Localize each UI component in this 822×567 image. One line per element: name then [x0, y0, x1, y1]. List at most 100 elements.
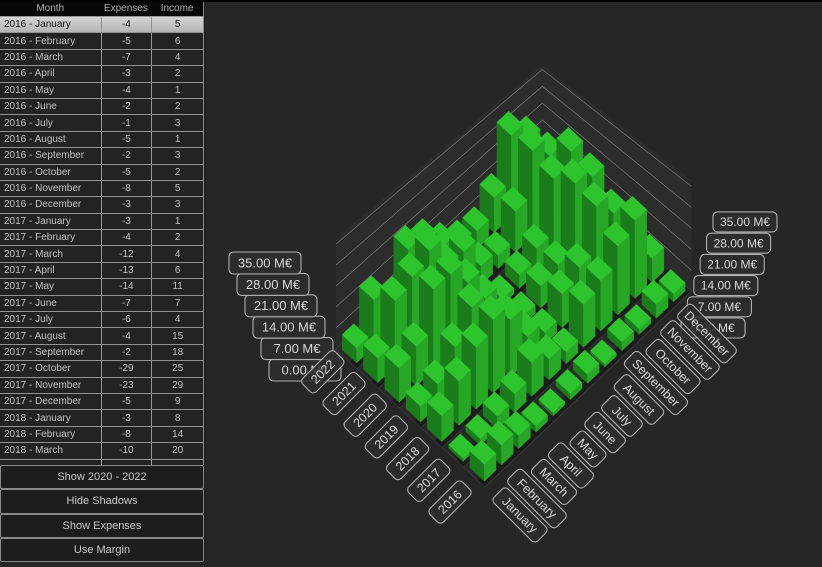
- cell-month: 2017 - January: [4, 215, 71, 227]
- table-row[interactable]: 2017 - February -4 2: [0, 229, 203, 246]
- cell-expenses: -3: [100, 213, 152, 230]
- table-row[interactable]: 2016 - September -2 3: [0, 147, 203, 164]
- show-expenses-button[interactable]: Show Expenses: [0, 513, 204, 538]
- column-header-expenses: Expenses: [103, 2, 148, 14]
- cell-income: 29: [151, 377, 203, 393]
- table-row[interactable]: 2016 - February -5 6: [0, 32, 203, 49]
- cell-month: 2017 - July: [4, 314, 53, 326]
- table-row[interactable]: 2018 - February -8 14: [0, 425, 203, 443]
- controls: Show 2020 - 2022 Hide Shadows Show Expen…: [0, 465, 204, 563]
- table-row[interactable]: 2016 - November -8 5: [0, 179, 203, 197]
- table-row[interactable]: 2018 - January -3 8: [0, 409, 203, 426]
- table-row[interactable]: 2016 - December -3 3: [0, 196, 203, 213]
- svg-text:7.00 M€: 7.00 M€: [698, 300, 742, 314]
- cell-expenses: -4: [100, 17, 152, 33]
- cell-month: 2016 - December: [4, 199, 82, 211]
- table-row-stub: [0, 458, 203, 466]
- table-row[interactable]: 2017 - May -14 11: [0, 278, 203, 295]
- cell-income: 4: [151, 312, 203, 328]
- table-row[interactable]: 2016 - April -3 2: [0, 65, 203, 82]
- table-row[interactable]: 2017 - July -6 4: [0, 311, 203, 328]
- cell-income: 2: [151, 98, 203, 115]
- cell-expenses: -5: [100, 393, 152, 410]
- window-top-edge: [0, 0, 822, 2]
- cell-income: 2: [151, 230, 203, 246]
- use-margin-button[interactable]: Use Margin: [0, 537, 204, 563]
- value-axis-label-left: 7.00 M€: [260, 337, 334, 361]
- cell-income: 3: [151, 148, 203, 164]
- cell-income: 18: [151, 344, 203, 361]
- cell-income: 5: [151, 17, 203, 33]
- cell-expenses: -6: [100, 312, 152, 328]
- svg-text:14.00 M€: 14.00 M€: [701, 279, 751, 293]
- svg-text:21.00 M€: 21.00 M€: [707, 257, 757, 271]
- table-row[interactable]: 2017 - September -2 18: [0, 343, 203, 361]
- cell-income: 20: [151, 443, 203, 459]
- bars-3d-view[interactable]: 0.00 M€7.00 M€14.00 M€21.00 M€28.00 M€35…: [205, 0, 822, 562]
- cell-expenses: -13: [100, 262, 152, 279]
- column-header-month: Month: [36, 2, 65, 14]
- table-row[interactable]: 2018 - March -10 20: [0, 442, 203, 459]
- value-axis-label-right: 21.00 M€: [699, 253, 765, 275]
- cell-expenses: -5: [100, 164, 152, 180]
- cell-expenses: -23: [100, 377, 152, 393]
- data-sidebar: Month Expenses Income 2016 - January -4 5 2…: [0, 0, 205, 563]
- cell-month: 2016 - January: [4, 19, 71, 31]
- cell-expenses: -4: [100, 328, 152, 344]
- cell-month: 2016 - April: [4, 68, 55, 80]
- cell-expenses: -3: [100, 197, 152, 213]
- cell-income: 5: [151, 180, 203, 197]
- cell-expenses: -2: [100, 148, 152, 164]
- cell-expenses: -5: [100, 131, 152, 148]
- value-axis-label-left: 21.00 M€: [244, 294, 318, 318]
- cell-income: 14: [151, 426, 203, 443]
- cell-income: 7: [151, 295, 203, 312]
- cell-month: 2016 - September: [4, 150, 85, 162]
- table-row[interactable]: 2017 - April -13 6: [0, 261, 203, 279]
- table-row[interactable]: 2016 - May -4 1: [0, 81, 203, 98]
- cell-month: 2017 - March: [4, 248, 63, 260]
- bar-graph-panel: 0.00 M€ 7.00 M€ 14.00 M€ 21.00 M€ 28.00 M€ 35…: [205, 0, 822, 562]
- table-row[interactable]: 2016 - June -2 2: [0, 97, 203, 115]
- cell-income: 4: [151, 246, 203, 262]
- show-2020-2022-button[interactable]: Show 2020 - 2022: [0, 465, 204, 490]
- cell-expenses: -3: [100, 66, 152, 82]
- table-row[interactable]: 2017 - January -3 1: [0, 212, 203, 230]
- table-row[interactable]: 2016 - October -5 2: [0, 163, 203, 180]
- table-row[interactable]: 2016 - August -5 1: [0, 130, 203, 148]
- cell-income: 25: [151, 361, 203, 377]
- cell-month: 2016 - June: [4, 101, 57, 113]
- cell-expenses: -8: [100, 426, 152, 443]
- cell-month: 2017 - August: [4, 330, 66, 342]
- table-row[interactable]: 2016 - January -4 5: [0, 16, 203, 33]
- cell-income: 8: [151, 410, 203, 426]
- cell-expenses: -7: [100, 295, 152, 312]
- table-body: 2016 - January -4 5 2016 - February -5 6 2016 …: [0, 16, 203, 459]
- cell-month: 2017 - October: [4, 363, 71, 375]
- table-row[interactable]: 2017 - June -7 7: [0, 294, 203, 312]
- cell-expenses: -7: [100, 49, 152, 66]
- table-row[interactable]: 2016 - March -7 4: [0, 48, 203, 66]
- table-header-row: Month Expenses Income: [0, 0, 203, 16]
- cell-month: 2016 - May: [4, 84, 55, 96]
- table-row[interactable]: 2017 - August -4 15: [0, 327, 203, 344]
- hide-shadows-button[interactable]: Hide Shadows: [0, 489, 204, 514]
- table-row[interactable]: 2016 - July -1 3: [0, 114, 203, 131]
- table-row[interactable]: 2017 - March -12 4: [0, 245, 203, 262]
- cell-income: 15: [151, 328, 203, 344]
- cell-month: 2017 - November: [4, 379, 82, 391]
- table-row[interactable]: 2017 - November -23 29: [0, 376, 203, 393]
- cell-month: 2017 - June: [4, 297, 57, 309]
- cell-month: 2017 - September: [4, 347, 85, 358]
- cell-income: 1: [151, 82, 203, 98]
- value-axis-label-right: 35.00 M€: [712, 211, 778, 233]
- cell-month: 2018 - March: [4, 445, 63, 457]
- value-axis-label-left: 28.00 M€: [236, 272, 310, 296]
- cell-expenses: -3: [100, 410, 152, 426]
- table-row[interactable]: 2017 - December -5 9: [0, 392, 203, 410]
- table-row[interactable]: 2017 - October -29 25: [0, 360, 203, 377]
- value-axis-label-right: 28.00 M€: [706, 232, 772, 254]
- cell-month: 2016 - February: [4, 35, 76, 47]
- cell-expenses: -4: [100, 230, 152, 246]
- svg-text:21.00 M€: 21.00 M€: [254, 298, 309, 313]
